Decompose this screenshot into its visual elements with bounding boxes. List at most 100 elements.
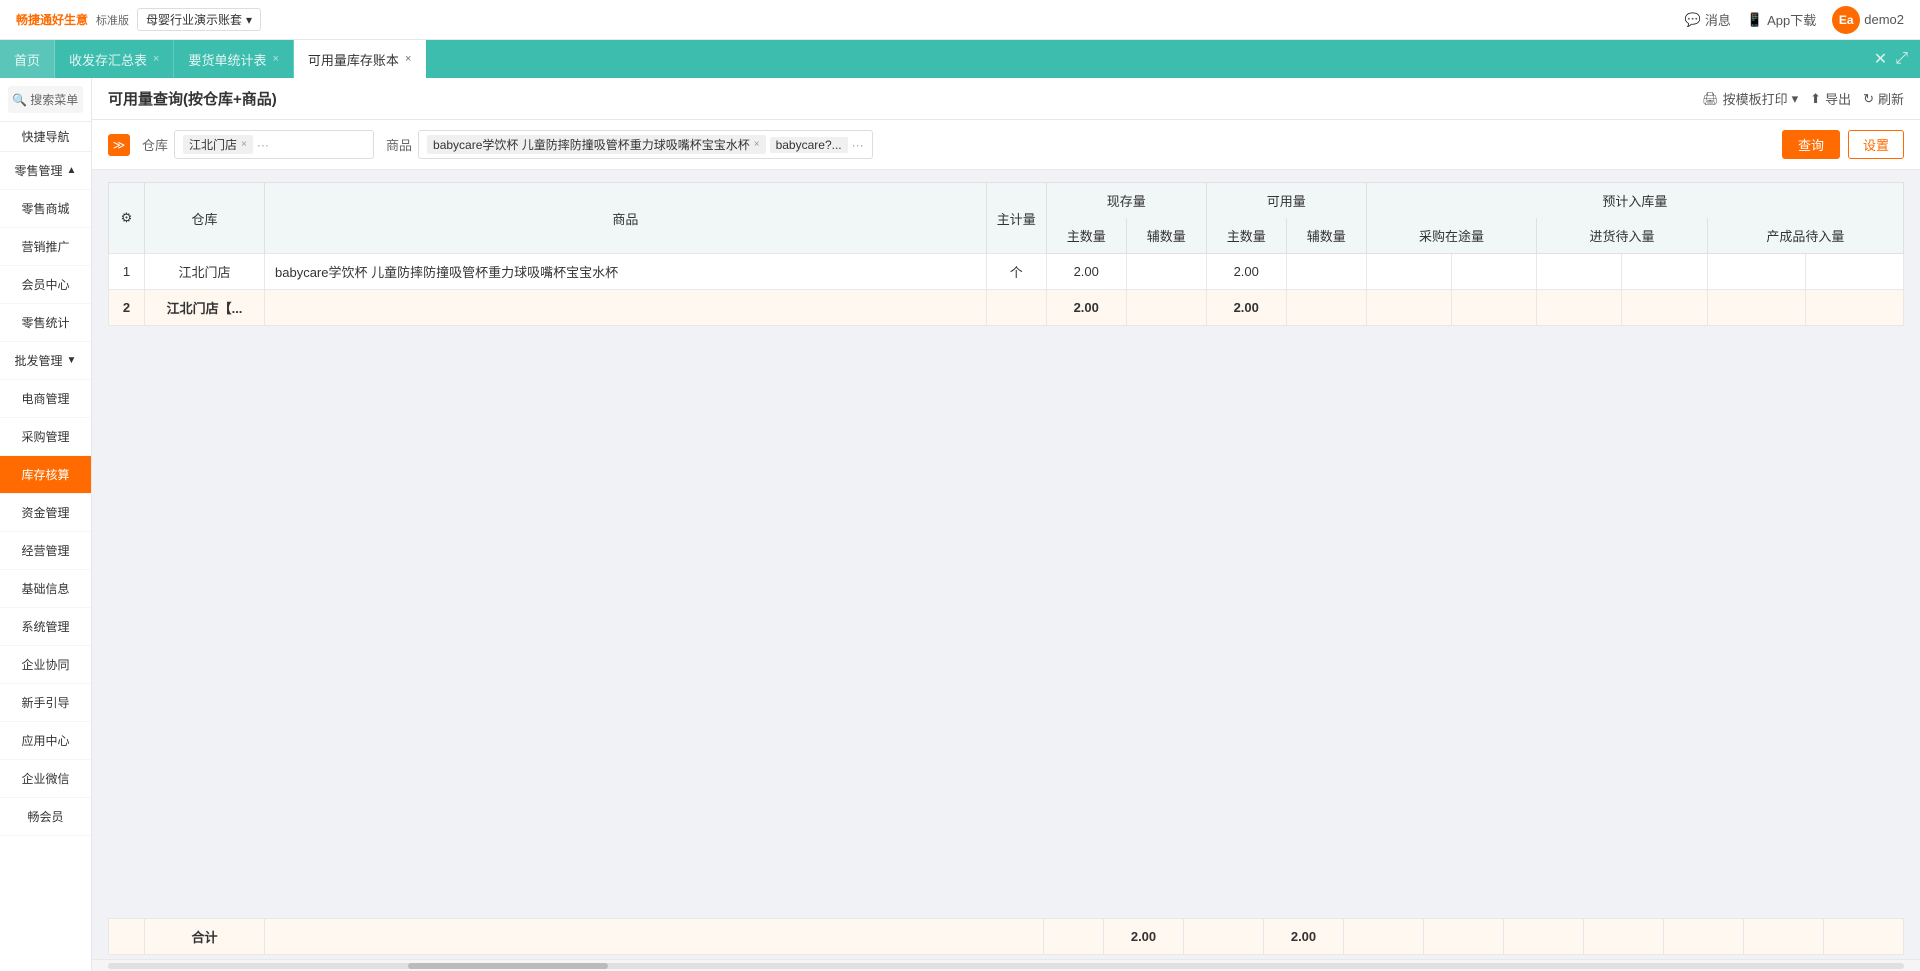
- goods-more[interactable]: ···: [852, 138, 864, 152]
- sidebar-item-enterprise-collab[interactable]: 企业协同: [0, 646, 91, 684]
- tab-order-stats[interactable]: 要货单统计表 ×: [174, 40, 293, 78]
- scroll-bar-area: [92, 959, 1920, 971]
- top-bar-left: 畅捷通好生意 标准版 母婴行业演示账套 ▾: [16, 8, 261, 31]
- warehouse-tag: 江北门店 ×: [183, 135, 253, 154]
- row-stock-aux-cell: [1126, 254, 1206, 290]
- sidebar-item-ecommerce-mgmt[interactable]: 电商管理: [0, 380, 91, 418]
- th-goods: 商品: [265, 183, 987, 254]
- sidebar-item-app-center[interactable]: 应用中心: [0, 722, 91, 760]
- sidebar-item-purchase-mgmt[interactable]: 采购管理: [0, 418, 91, 456]
- footer-row: 合计 2.00 2.00: [109, 919, 1904, 955]
- sidebar-item-retail-stats[interactable]: 零售统计: [0, 304, 91, 342]
- refresh-btn[interactable]: ↻ 刷新: [1863, 89, 1904, 108]
- table-row: 1 江北门店 babycare学饮杯 儿童防摔防撞吸管杯重力球吸嘴杯宝宝水杯 个…: [109, 254, 1904, 290]
- sidebar-item-retail-mall[interactable]: 零售商城: [0, 190, 91, 228]
- th-inbound-pending-group: 进货待入量: [1537, 218, 1708, 254]
- tab-order-close[interactable]: ×: [272, 53, 278, 65]
- sidebar-item-enterprise-wechat[interactable]: 企业微信: [0, 760, 91, 798]
- footer-pr-aux: [1824, 919, 1904, 955]
- warehouse-label: 仓库: [142, 135, 168, 154]
- footer-empty-1: [109, 919, 145, 955]
- table-row-subtotal: 2 江北门店【... 2.00 2.00: [109, 290, 1904, 326]
- chevron-icon-2: ▼: [67, 355, 77, 366]
- template-selector-label: 母婴行业演示账套: [146, 11, 242, 28]
- row-warehouse-cell: 江北门店: [145, 254, 265, 290]
- footer-avail-aux: [1344, 919, 1424, 955]
- row-purchase-main-cell: [1366, 254, 1451, 290]
- scroll-thumb[interactable]: [408, 963, 608, 969]
- sidebar-item-retail-mgmt[interactable]: 零售管理 ▲: [0, 152, 91, 190]
- message-icon: 💬: [1685, 12, 1701, 28]
- th-forecast-group: 预计入库量: [1366, 183, 1903, 219]
- tab-home[interactable]: 首页: [0, 40, 55, 78]
- logo-text: 畅捷通好生意: [16, 11, 88, 28]
- subtotal-num: 2: [109, 290, 145, 326]
- quick-nav-btn[interactable]: 快捷导航: [0, 122, 91, 152]
- warehouse-more[interactable]: ···: [257, 138, 269, 152]
- goods-tag-1: babycare学饮杯 儿童防摔防撞吸管杯重力球吸嘴杯宝宝水杯 ×: [427, 135, 766, 154]
- row-purchase-aux-cell: [1451, 254, 1536, 290]
- print-btn[interactable]: 🖨 按模板打印 ▾: [1702, 89, 1798, 108]
- sidebar-item-member-center[interactable]: 会员中心: [0, 266, 91, 304]
- expand-tab-icon[interactable]: ⤢: [1895, 50, 1908, 68]
- warehouse-input[interactable]: 江北门店 × ···: [174, 130, 374, 159]
- goods-input[interactable]: babycare学饮杯 儿童防摔防撞吸管杯重力球吸嘴杯宝宝水杯 × babyca…: [418, 130, 873, 159]
- sidebar-item-member[interactable]: 畅会员: [0, 798, 91, 836]
- refresh-icon: ↻: [1863, 91, 1874, 107]
- settings-btn[interactable]: 设置: [1848, 130, 1904, 159]
- tab-available-inventory[interactable]: 可用量库存账本 ×: [294, 40, 426, 78]
- footer-p-aux: [1504, 919, 1584, 955]
- query-btn[interactable]: 查询: [1782, 130, 1840, 159]
- table-header-row-1: ⚙ 仓库 商品 主计量 现存量 可用量 预计入库量: [109, 183, 1904, 219]
- row-inbound-aux-cell: [1622, 254, 1707, 290]
- sidebar-item-business-mgmt[interactable]: 经营管理: [0, 532, 91, 570]
- footer-avail-main: 2.00: [1264, 919, 1344, 955]
- user-profile-btn[interactable]: Ea demo2: [1832, 6, 1904, 34]
- table-area: ⚙ 仓库 商品 主计量 现存量 可用量 预计入库量 主数量 辅数量 主数量 辅数…: [92, 170, 1920, 918]
- subtotal-goods: [265, 290, 987, 326]
- sidebar-item-system-mgmt[interactable]: 系统管理: [0, 608, 91, 646]
- tab-order-label: 要货单统计表: [188, 50, 266, 69]
- header-actions: 🖨 按模板打印 ▾ ⬆ 导出 ↻ 刷新: [1702, 89, 1904, 108]
- row-inbound-main-cell: [1537, 254, 1622, 290]
- search-menu-btn[interactable]: 🔍 搜索菜单: [8, 86, 83, 113]
- scroll-track[interactable]: [108, 963, 1904, 969]
- sidebar-item-finance-mgmt[interactable]: 资金管理: [0, 494, 91, 532]
- subtotal-pr-aux: [1805, 290, 1903, 326]
- gear-icon[interactable]: ⚙: [121, 210, 133, 225]
- export-btn[interactable]: ⬆ 导出: [1810, 89, 1851, 108]
- th-available-group: 可用量: [1206, 183, 1366, 219]
- message-btn[interactable]: 💬 消息: [1685, 10, 1731, 29]
- app-icon: 📱: [1747, 12, 1763, 28]
- tab-receivable-close[interactable]: ×: [153, 53, 159, 65]
- tab-actions: ✕ ⤢: [1874, 49, 1920, 69]
- avatar: Ea: [1832, 6, 1860, 34]
- expand-filter-btn[interactable]: ≫: [108, 134, 130, 156]
- tab-inventory-close[interactable]: ×: [405, 53, 411, 65]
- footer-area: 合计 2.00 2.00: [92, 918, 1920, 959]
- warehouse-tag-remove[interactable]: ×: [241, 139, 247, 150]
- subtotal-unit: [986, 290, 1046, 326]
- subtotal-avail-aux: [1286, 290, 1366, 326]
- app-download-btn[interactable]: 📱 App下载: [1747, 10, 1816, 29]
- footer-pr-main: [1744, 919, 1824, 955]
- sidebar-item-basic-info[interactable]: 基础信息: [0, 570, 91, 608]
- template-selector[interactable]: 母婴行业演示账套 ▾: [137, 8, 261, 31]
- sidebar: 🔍 搜索菜单 快捷导航 零售管理 ▲ 零售商城 营销推广 会员中心 零售统计 批…: [0, 78, 92, 971]
- th-product-pending-group: 产成品待入量: [1707, 218, 1903, 254]
- tab-receivable-summary[interactable]: 收发存汇总表 ×: [55, 40, 174, 78]
- th-stock-aux: 辅数量: [1126, 218, 1206, 254]
- footer-goods: [265, 919, 1044, 955]
- sidebar-item-marketing[interactable]: 营销推广: [0, 228, 91, 266]
- sidebar-item-wholesale-mgmt[interactable]: 批发管理 ▼: [0, 342, 91, 380]
- sidebar-item-inventory[interactable]: 库存核算: [0, 456, 91, 494]
- subtotal-stock-main: 2.00: [1046, 290, 1126, 326]
- row-stock-main-cell: 2.00: [1046, 254, 1126, 290]
- close-tab-icon[interactable]: ✕: [1874, 49, 1887, 69]
- footer-stock-aux: [1184, 919, 1264, 955]
- tab-receivable-label: 收发存汇总表: [69, 50, 147, 69]
- page-title: 可用量查询(按仓库+商品): [108, 88, 277, 109]
- top-bar-right: 💬 消息 📱 App下载 Ea demo2: [1685, 6, 1904, 34]
- goods-tag-1-remove[interactable]: ×: [754, 139, 760, 150]
- sidebar-item-new-guide[interactable]: 新手引导: [0, 684, 91, 722]
